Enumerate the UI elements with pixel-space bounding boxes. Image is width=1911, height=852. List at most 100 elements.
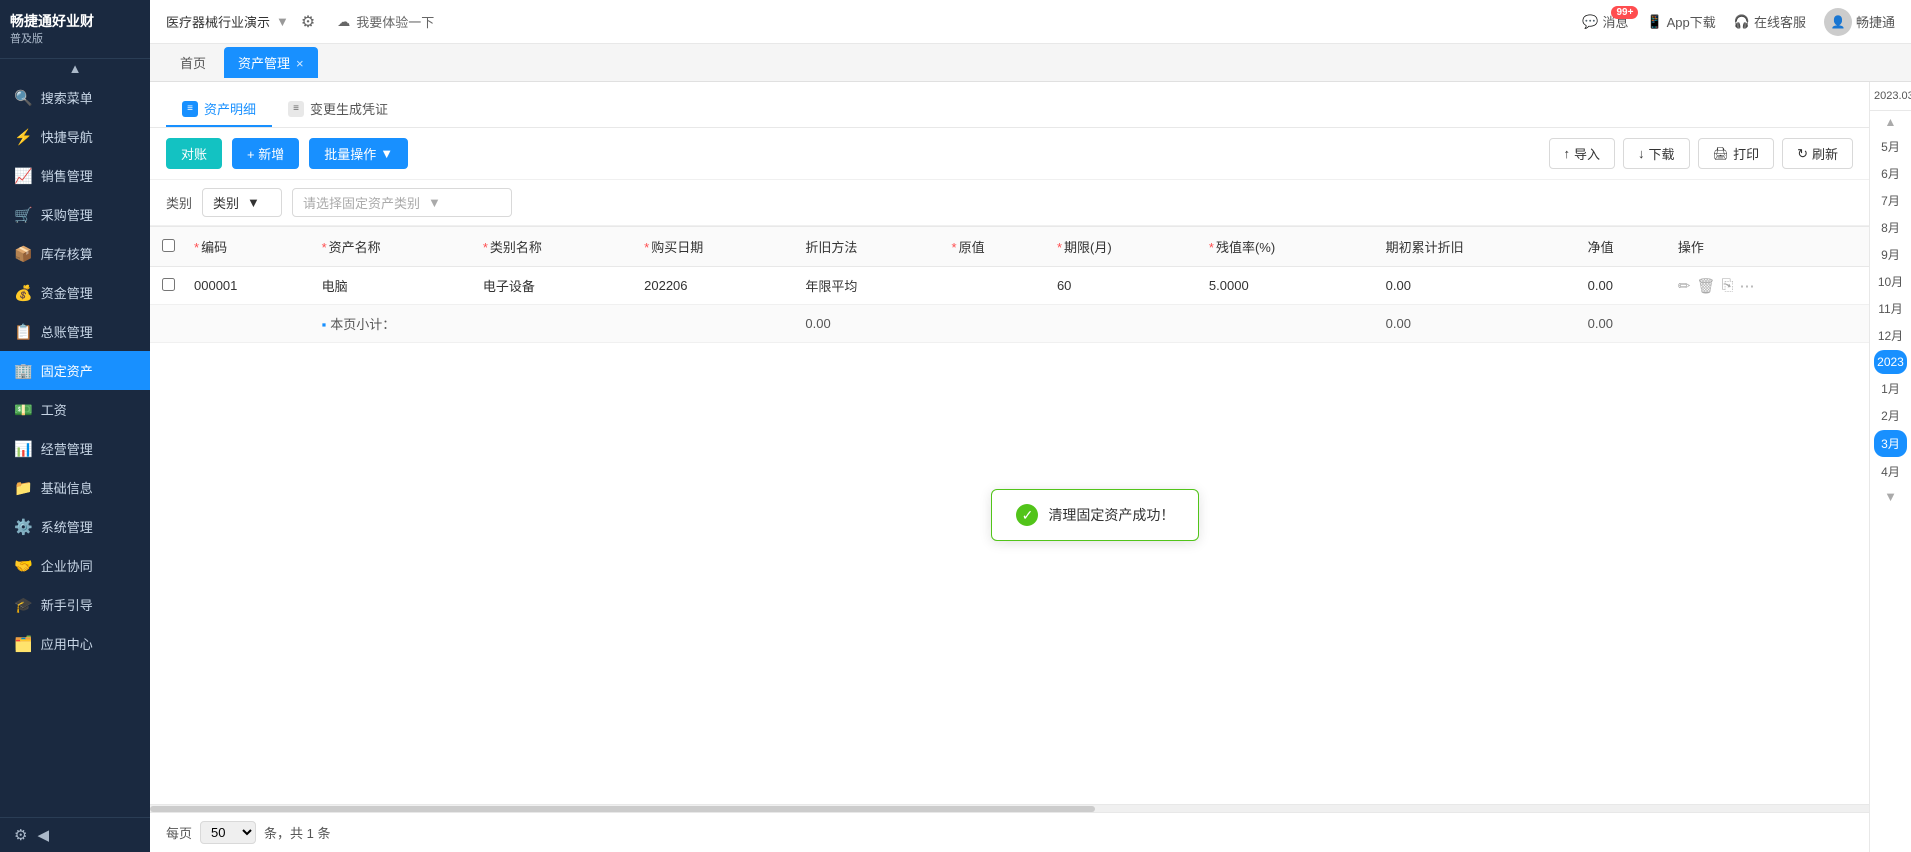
sub-tab-icon: ≡ bbox=[182, 101, 198, 117]
sidebar-item-销售管理[interactable]: 📈销售管理 bbox=[0, 156, 150, 195]
experience-btn[interactable]: ☁ 我要体验一下 bbox=[337, 12, 434, 31]
rp-month-5月[interactable]: 5月 bbox=[1870, 133, 1911, 160]
cell-depreciation-method: 年限平均 bbox=[797, 267, 943, 305]
per-page-select[interactable]: 50 100 200 bbox=[200, 821, 256, 844]
sidebar-item-label: 工资 bbox=[41, 400, 67, 419]
rp-month-12月[interactable]: 12月 bbox=[1870, 322, 1911, 349]
col-net_value: 净值 bbox=[1580, 227, 1670, 267]
import-button[interactable]: ↑ 导入 bbox=[1549, 138, 1616, 169]
rp-scroll-down[interactable]: ▼ bbox=[1870, 485, 1911, 508]
download-label: 下载 bbox=[1649, 144, 1675, 163]
rp-month-4月[interactable]: 4月 bbox=[1870, 458, 1911, 485]
rp-month-6月[interactable]: 6月 bbox=[1870, 160, 1911, 187]
copy-icon[interactable]: ⎘ bbox=[1722, 277, 1734, 294]
rp-month-7月[interactable]: 7月 bbox=[1870, 187, 1911, 214]
category-filter[interactable]: 类别 ▼ bbox=[202, 188, 282, 217]
horizontal-scrollbar[interactable] bbox=[150, 804, 1869, 812]
sidebar-item-采购管理[interactable]: 🛒采购管理 bbox=[0, 195, 150, 234]
rp-month-1月[interactable]: 1月 bbox=[1870, 375, 1911, 402]
sidebar-item-label: 企业协同 bbox=[41, 556, 93, 575]
rp-month-9月[interactable]: 9月 bbox=[1870, 241, 1911, 268]
sub-tab-资产明细[interactable]: ≡资产明细 bbox=[166, 92, 272, 127]
sidebar-item-label: 基础信息 bbox=[41, 478, 93, 497]
delete-icon[interactable]: 🗑 bbox=[1696, 277, 1715, 295]
sidebar-nav: 🔍搜索菜单⚡快捷导航📈销售管理🛒采购管理📦库存核算💰资金管理📋总账管理🏢固定资产… bbox=[0, 78, 150, 817]
download-button[interactable]: ↓ 下载 bbox=[1623, 138, 1690, 169]
right-panel-year-label: 2023.03 bbox=[1874, 90, 1911, 102]
tab-close-icon[interactable]: × bbox=[296, 56, 304, 71]
sub-tab-icon: ≡ bbox=[288, 101, 304, 117]
messages-btn[interactable]: 💬 消息 99+ bbox=[1582, 12, 1628, 31]
asset-category-filter[interactable]: 请选择固定资产类别 ▼ bbox=[292, 188, 512, 217]
sidebar-item-经营管理[interactable]: 📊经营管理 bbox=[0, 429, 150, 468]
rp-scroll-up[interactable]: ▲ bbox=[1870, 111, 1911, 133]
col-period: *期限(月) bbox=[1049, 227, 1201, 267]
cell-actions: ✏ 🗑 ⎘ ⋯ bbox=[1670, 267, 1869, 305]
right-panel-header: 2023.03 ✕ ⛶ bbox=[1870, 82, 1911, 111]
sidebar-item-快捷导航[interactable]: ⚡快捷导航 bbox=[0, 117, 150, 156]
more-icon[interactable]: ⋯ bbox=[1740, 277, 1755, 295]
success-check-icon: ✓ bbox=[1016, 504, 1038, 526]
sidebar: 畅捷通好业财 普及版 ▲ 🔍搜索菜单⚡快捷导航📈销售管理🛒采购管理📦库存核算💰资… bbox=[0, 0, 150, 852]
sidebar-icon: ⚙️ bbox=[14, 518, 33, 536]
rp-month-2月[interactable]: 2月 bbox=[1870, 402, 1911, 429]
sidebar-item-企业协同[interactable]: 🤝企业协同 bbox=[0, 546, 150, 585]
reconcile-button[interactable]: 对账 bbox=[166, 138, 222, 169]
col-purchase_date: *购买日期 bbox=[636, 227, 797, 267]
edit-icon[interactable]: ✏ bbox=[1678, 277, 1691, 295]
reconcile-label: 对账 bbox=[181, 144, 207, 163]
scrollbar-thumb[interactable] bbox=[150, 806, 1095, 812]
sidebar-item-基础信息[interactable]: 📁 基础信息 bbox=[0, 468, 150, 507]
sidebar-item-搜索菜单[interactable]: 🔍搜索菜单 bbox=[0, 78, 150, 117]
add-button[interactable]: + 新增 bbox=[232, 138, 299, 169]
sidebar-item-总账管理[interactable]: 📋总账管理 bbox=[0, 312, 150, 351]
rp-month-10月[interactable]: 10月 bbox=[1870, 268, 1911, 295]
select-all-checkbox[interactable] bbox=[162, 239, 175, 252]
col-depreciation_method: 折旧方法 bbox=[797, 227, 943, 267]
user-avatar-area[interactable]: 👤 畅捷通 bbox=[1824, 8, 1895, 36]
app-download-btn[interactable]: 📱 App下载 bbox=[1646, 12, 1715, 31]
batch-label: 批量操作 bbox=[324, 144, 376, 163]
online-service-label: 在线客服 bbox=[1754, 12, 1806, 31]
rp-month-11月[interactable]: 11月 bbox=[1870, 295, 1911, 322]
asset-category-arrow-icon: ▼ bbox=[428, 195, 441, 210]
rp-year-marker[interactable]: 2023 bbox=[1874, 350, 1907, 374]
settings-icon[interactable]: ⚙ bbox=[301, 12, 315, 32]
asset-category-placeholder: 请选择固定资产类别 bbox=[303, 193, 420, 212]
sidebar-item-应用中心[interactable]: 🗂️应用中心 bbox=[0, 624, 150, 663]
filter-label: 类别 bbox=[166, 193, 192, 212]
rp-month-8月[interactable]: 8月 bbox=[1870, 214, 1911, 241]
sidebar-item-label: 库存核算 bbox=[41, 244, 93, 263]
sidebar-item-工资[interactable]: 💵工资 bbox=[0, 390, 150, 429]
sidebar-item-固定资产[interactable]: 🏢固定资产 bbox=[0, 351, 150, 390]
cell-residual-rate: 5.0000 bbox=[1201, 267, 1378, 305]
tab-首页[interactable]: 首页 bbox=[166, 47, 220, 78]
tab-资产管理[interactable]: 资产管理× bbox=[224, 47, 318, 78]
batch-button[interactable]: 批量操作 ▼ bbox=[309, 138, 408, 169]
cell-original-value bbox=[944, 267, 1049, 305]
cell-accumulated: 0.00 bbox=[1378, 267, 1580, 305]
sidebar-item-label: 搜索菜单 bbox=[41, 88, 93, 107]
col-residual_rate: *残值率(%) bbox=[1201, 227, 1378, 267]
category-arrow-icon: ▼ bbox=[247, 195, 260, 210]
row-checkbox[interactable] bbox=[162, 278, 175, 291]
rp-month-3月[interactable]: 3月 bbox=[1874, 430, 1907, 457]
sidebar-item-系统管理[interactable]: ⚙️ 系统管理 bbox=[0, 507, 150, 546]
cell-net-value: 0.00 bbox=[1580, 267, 1670, 305]
right-panel: 2023.03 ✕ ⛶ ▲5月6月7月8月9月10月11月12月20231月2月… bbox=[1869, 82, 1911, 852]
sidebar-icon: 📁 bbox=[14, 479, 33, 497]
sidebar-item-新手引导[interactable]: 🎓新手引导 bbox=[0, 585, 150, 624]
refresh-label: 刷新 bbox=[1812, 144, 1838, 163]
collapse-icon[interactable]: ◀ bbox=[37, 826, 49, 844]
sidebar-item-资金管理[interactable]: 💰资金管理 bbox=[0, 273, 150, 312]
refresh-button[interactable]: ↻ 刷新 bbox=[1782, 138, 1853, 169]
company-selector[interactable]: 医疗器械行业演示 ▼ bbox=[166, 12, 289, 31]
print-button[interactable]: 🖨 打印 bbox=[1698, 138, 1775, 169]
sidebar-scroll-up[interactable]: ▲ bbox=[0, 59, 150, 78]
sub-tab-变更生成凭证[interactable]: ≡变更生成凭证 bbox=[272, 92, 404, 127]
username: 畅捷通 bbox=[1856, 12, 1895, 31]
sidebar-item-label: 系统管理 bbox=[41, 517, 93, 536]
settings-icon[interactable]: ⚙ bbox=[14, 826, 27, 844]
sidebar-item-库存核算[interactable]: 📦库存核算 bbox=[0, 234, 150, 273]
online-service-btn[interactable]: 🎧 在线客服 bbox=[1734, 12, 1806, 31]
